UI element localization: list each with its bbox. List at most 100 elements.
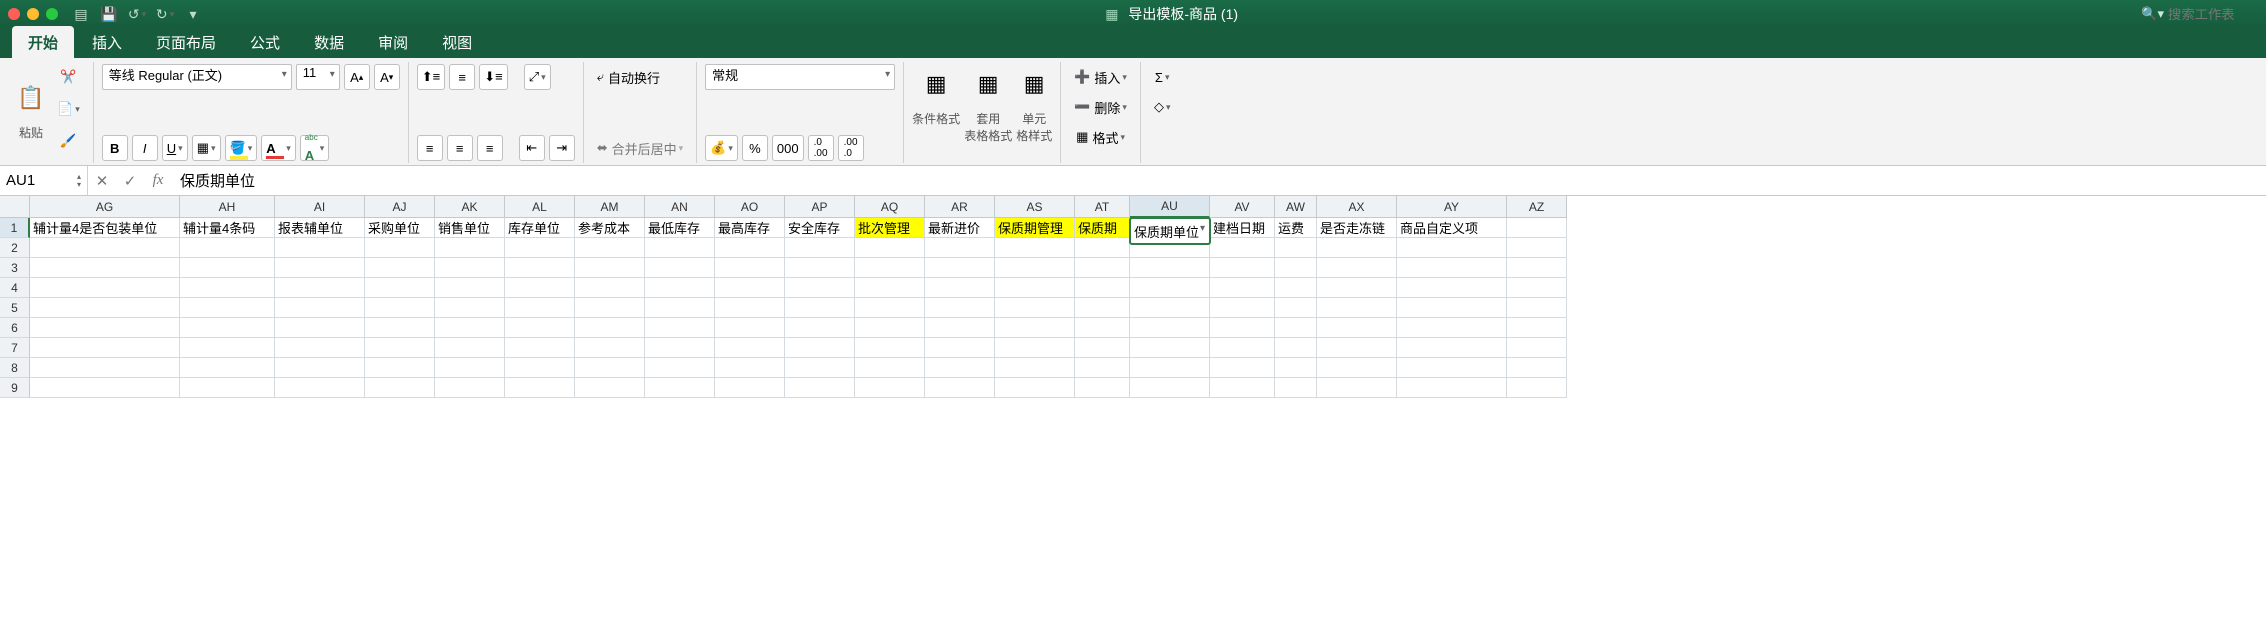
name-box-stepper[interactable]: ▴▾ — [77, 173, 81, 189]
orientation-button[interactable]: ⤢▾ — [524, 64, 551, 90]
cell-AQ8[interactable] — [855, 358, 925, 378]
spreadsheet-grid[interactable]: AGAHAIAJAKALAMANAOAPAQARASATAUAVAWAXAYAZ… — [0, 196, 2266, 398]
column-header-AG[interactable]: AG — [30, 196, 180, 218]
cell-AY9[interactable] — [1397, 378, 1507, 398]
column-header-AN[interactable]: AN — [645, 196, 715, 218]
row-header-4[interactable]: 4 — [0, 278, 30, 298]
tab-页面布局[interactable]: 页面布局 — [140, 26, 232, 58]
increase-font-button[interactable]: A▴ — [344, 64, 370, 90]
number-format-select[interactable]: 常规 — [705, 64, 895, 90]
cell-AI7[interactable] — [275, 338, 365, 358]
cell-AN9[interactable] — [645, 378, 715, 398]
tab-审阅[interactable]: 审阅 — [362, 26, 424, 58]
column-header-AT[interactable]: AT — [1075, 196, 1130, 218]
column-header-AH[interactable]: AH — [180, 196, 275, 218]
cell-AZ4[interactable] — [1507, 278, 1567, 298]
cell-AG7[interactable] — [30, 338, 180, 358]
undo-icon[interactable]: ↺▾ — [128, 5, 146, 23]
cell-AZ6[interactable] — [1507, 318, 1567, 338]
name-box[interactable]: ▴▾ — [0, 166, 88, 195]
cell-AH3[interactable] — [180, 258, 275, 278]
cell-AM8[interactable] — [575, 358, 645, 378]
cell-AQ3[interactable] — [855, 258, 925, 278]
cell-styles-button[interactable]: ▦ 单元 格样式 — [1016, 64, 1052, 144]
cell-AS6[interactable] — [995, 318, 1075, 338]
borders-button[interactable]: ▦▾ — [192, 135, 221, 161]
underline-button[interactable]: U▾ — [162, 135, 188, 161]
cell-AM1[interactable]: 参考成本 — [575, 218, 645, 238]
cell-AY4[interactable] — [1397, 278, 1507, 298]
increase-decimal-button[interactable]: .0.00 — [808, 135, 834, 161]
cell-AV9[interactable] — [1210, 378, 1275, 398]
cell-AH5[interactable] — [180, 298, 275, 318]
paste-icon[interactable]: 📋 — [14, 78, 48, 118]
cell-AQ4[interactable] — [855, 278, 925, 298]
cell-AY6[interactable] — [1397, 318, 1507, 338]
cell-AK2[interactable] — [435, 238, 505, 258]
cell-AT4[interactable] — [1075, 278, 1130, 298]
cell-AO2[interactable] — [715, 238, 785, 258]
cell-AL1[interactable]: 库存单位 — [505, 218, 575, 238]
cell-AM3[interactable] — [575, 258, 645, 278]
cell-AI6[interactable] — [275, 318, 365, 338]
row-header-1[interactable]: 1 — [0, 218, 30, 238]
column-header-AY[interactable]: AY — [1397, 196, 1507, 218]
cell-AH1[interactable]: 辅计量4条码 — [180, 218, 275, 238]
cell-AN5[interactable] — [645, 298, 715, 318]
cell-AH8[interactable] — [180, 358, 275, 378]
decrease-font-button[interactable]: A▾ — [374, 64, 400, 90]
cell-AU7[interactable] — [1130, 338, 1210, 358]
column-header-AS[interactable]: AS — [995, 196, 1075, 218]
format-painter-button[interactable]: 🖌️ — [52, 128, 85, 154]
cell-AR1[interactable]: 最新进价 — [925, 218, 995, 238]
cell-AM2[interactable] — [575, 238, 645, 258]
insert-cells-button[interactable]: ➕ 插入▾ — [1069, 64, 1132, 90]
decrease-indent-button[interactable]: ⇤ — [519, 135, 545, 161]
cell-AR5[interactable] — [925, 298, 995, 318]
cell-AY1[interactable]: 商品自定义项 — [1397, 218, 1507, 238]
currency-button[interactable]: 💰▾ — [705, 135, 738, 161]
cell-AI5[interactable] — [275, 298, 365, 318]
column-header-AZ[interactable]: AZ — [1507, 196, 1567, 218]
cell-AR6[interactable] — [925, 318, 995, 338]
cell-AK5[interactable] — [435, 298, 505, 318]
cell-AI4[interactable] — [275, 278, 365, 298]
formula-value[interactable]: 保质期单位 — [172, 170, 2266, 191]
cell-AQ7[interactable] — [855, 338, 925, 358]
cell-AL5[interactable] — [505, 298, 575, 318]
column-header-AI[interactable]: AI — [275, 196, 365, 218]
cell-AT9[interactable] — [1075, 378, 1130, 398]
new-file-icon[interactable]: ▤ — [72, 5, 90, 23]
format-cells-button[interactable]: ▦ 格式▾ — [1069, 124, 1132, 150]
cell-AZ8[interactable] — [1507, 358, 1567, 378]
font-color-button[interactable]: A▾ — [261, 135, 296, 161]
cell-AM7[interactable] — [575, 338, 645, 358]
cell-AO9[interactable] — [715, 378, 785, 398]
cell-AZ2[interactable] — [1507, 238, 1567, 258]
cell-AZ5[interactable] — [1507, 298, 1567, 318]
cell-AO7[interactable] — [715, 338, 785, 358]
cell-AP3[interactable] — [785, 258, 855, 278]
cell-AU4[interactable] — [1130, 278, 1210, 298]
cell-AX1[interactable]: 是否走冻链 — [1317, 218, 1397, 238]
cell-AG1[interactable]: 辅计量4是否包装单位 — [30, 218, 180, 238]
cell-AO5[interactable] — [715, 298, 785, 318]
cell-AV7[interactable] — [1210, 338, 1275, 358]
cell-AI3[interactable] — [275, 258, 365, 278]
search-input[interactable] — [2168, 7, 2258, 22]
cell-AY2[interactable] — [1397, 238, 1507, 258]
cell-AR9[interactable] — [925, 378, 995, 398]
cell-AQ6[interactable] — [855, 318, 925, 338]
cell-AV2[interactable] — [1210, 238, 1275, 258]
cell-AU5[interactable] — [1130, 298, 1210, 318]
cell-AJ8[interactable] — [365, 358, 435, 378]
cell-AV6[interactable] — [1210, 318, 1275, 338]
cell-AN2[interactable] — [645, 238, 715, 258]
cell-AJ5[interactable] — [365, 298, 435, 318]
cell-AR8[interactable] — [925, 358, 995, 378]
row-header-8[interactable]: 8 — [0, 358, 30, 378]
fx-icon[interactable]: fx — [144, 172, 172, 189]
cell-AX4[interactable] — [1317, 278, 1397, 298]
cell-AL7[interactable] — [505, 338, 575, 358]
cell-AM6[interactable] — [575, 318, 645, 338]
